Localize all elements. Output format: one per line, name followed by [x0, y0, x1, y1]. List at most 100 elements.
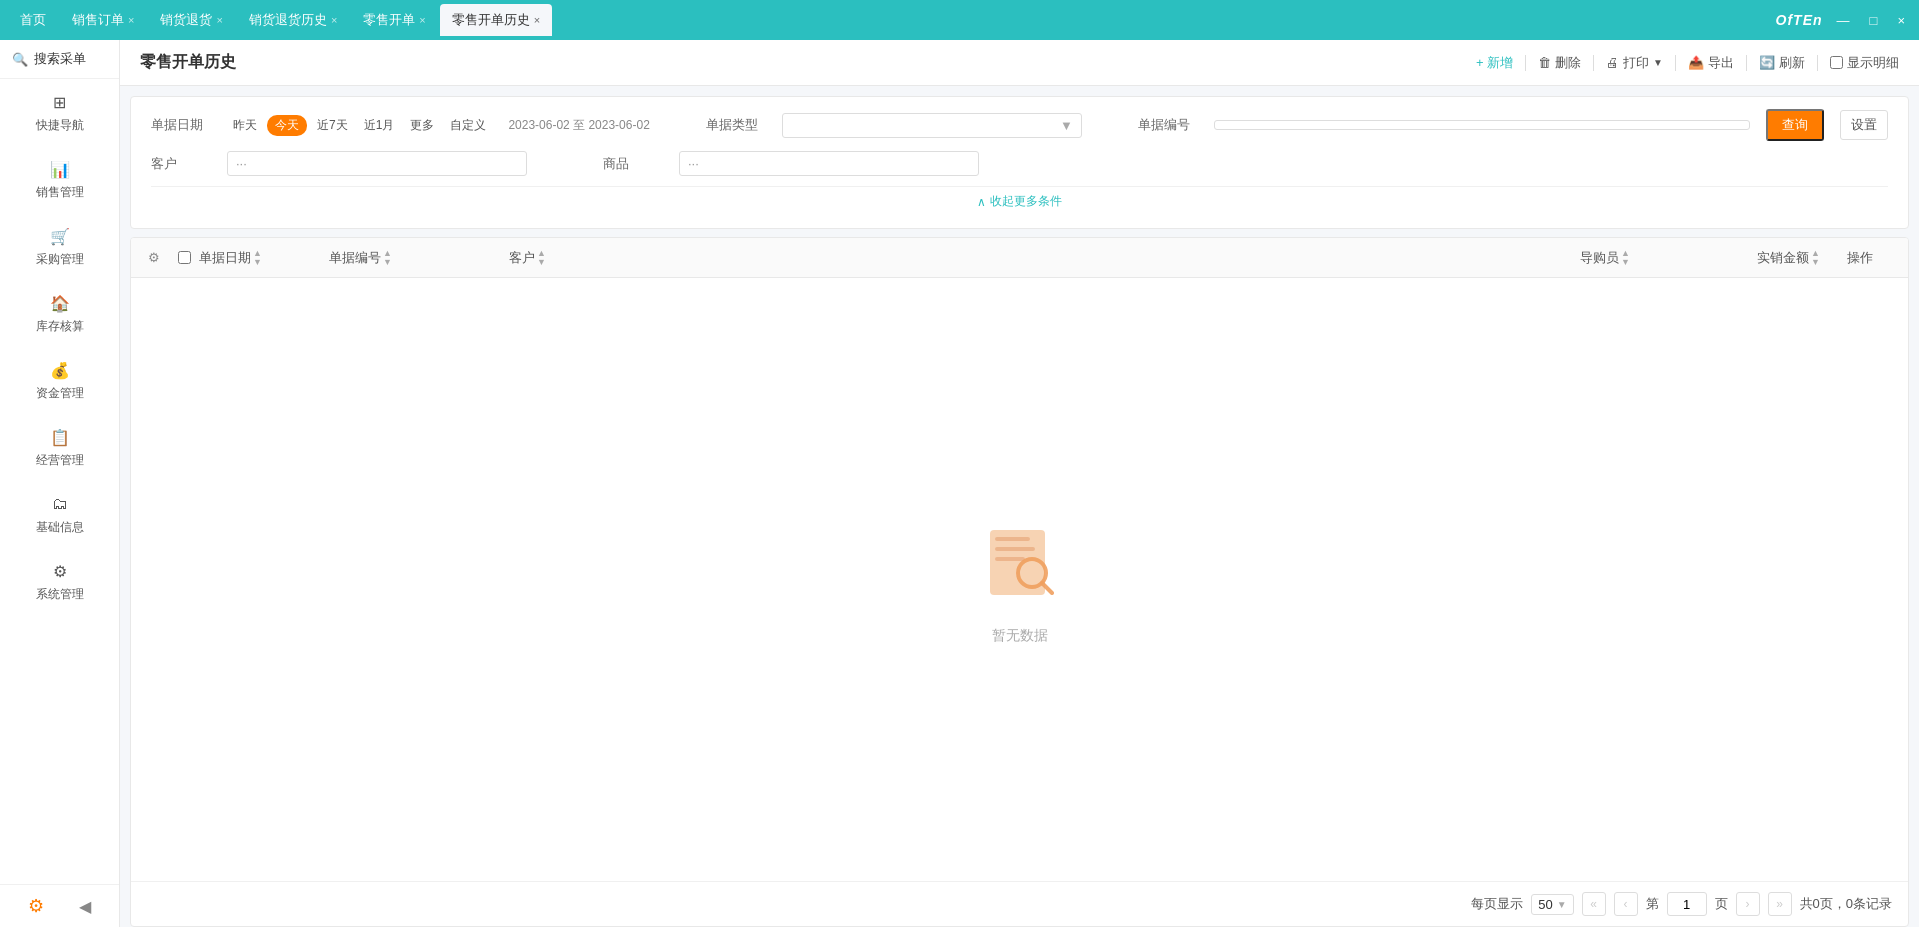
- sidebar-item-operations[interactable]: 📋 经营管理: [0, 414, 119, 481]
- tab-sales-order[interactable]: 销售订单 ×: [60, 4, 146, 36]
- per-page-label: 每页显示: [1471, 895, 1523, 913]
- collapse-button[interactable]: ∧ 收起更多条件: [151, 186, 1888, 216]
- col-guide-sort[interactable]: ▲▼: [1621, 249, 1630, 267]
- select-all-input[interactable]: [178, 251, 191, 264]
- page-next-btn[interactable]: ›: [1736, 892, 1760, 916]
- date-yesterday[interactable]: 昨天: [227, 115, 263, 136]
- page-label-after: 页: [1715, 895, 1728, 913]
- quick-nav-icon: ⊞: [49, 91, 71, 113]
- sidebar-item-base-info[interactable]: 🗂 基础信息: [0, 481, 119, 548]
- col-header-guide[interactable]: 导购员 ▲▼: [1580, 249, 1700, 267]
- select-all-checkbox[interactable]: [169, 251, 199, 264]
- page-prev-btn[interactable]: ‹: [1614, 892, 1638, 916]
- customer-input[interactable]: ···: [227, 151, 527, 176]
- page-title: 零售开单历史: [140, 52, 236, 73]
- sidebar-settings-icon[interactable]: ⚙: [28, 895, 44, 917]
- collapse-label: 收起更多条件: [990, 193, 1062, 210]
- tab-sales-return-history-close[interactable]: ×: [331, 14, 337, 26]
- tab-home[interactable]: 首页: [8, 4, 58, 36]
- export-button[interactable]: 📤 导出: [1688, 54, 1734, 72]
- delete-icon: 🗑: [1538, 55, 1551, 70]
- sidebar-collapse-icon[interactable]: ◀: [79, 897, 91, 916]
- brand-label: OfTEn: [1776, 12, 1823, 28]
- col-date-label: 单据日期: [199, 249, 251, 267]
- setting-button[interactable]: 设置: [1840, 110, 1888, 140]
- date-custom[interactable]: 自定义: [444, 115, 492, 136]
- col-num-sort[interactable]: ▲▼: [383, 249, 392, 267]
- page-size-arrow: ▼: [1557, 899, 1567, 910]
- date-range: 2023-06-02 至 2023-06-02: [508, 117, 649, 134]
- sidebar-search[interactable]: 🔍 搜索采单: [0, 40, 119, 79]
- show-detail-checkbox[interactable]: 显示明细: [1830, 54, 1899, 72]
- col-header-amount[interactable]: 实销金额 ▲▼: [1700, 249, 1820, 267]
- search-icon: 🔍: [12, 52, 28, 67]
- col-date-sort[interactable]: ▲▼: [253, 249, 262, 267]
- query-button[interactable]: 查询: [1766, 109, 1824, 141]
- tab-retail-open-history[interactable]: 零售开单历史 ×: [440, 4, 552, 36]
- page-header: 零售开单历史 + 新增 🗑 删除 🖨 打印 ▼ 📤 导出: [120, 40, 1919, 86]
- finance-icon: 💰: [49, 359, 71, 381]
- delete-button[interactable]: 🗑 删除: [1538, 54, 1581, 72]
- sidebar-item-sales[interactable]: 📊 销售管理: [0, 146, 119, 213]
- tab-retail-open[interactable]: 零售开单 ×: [351, 4, 437, 36]
- filter-row-1: 单据日期 昨天 今天 近7天 近1月 更多 自定义 2023-06-02 至 2…: [151, 109, 1888, 141]
- doc-type-select[interactable]: ▼: [782, 113, 1082, 138]
- date-today[interactable]: 今天: [267, 115, 307, 136]
- svg-rect-2: [995, 547, 1035, 551]
- sidebar-item-quick-nav[interactable]: ⊞ 快捷导航: [0, 79, 119, 146]
- purchase-icon: 🛒: [49, 225, 71, 247]
- page-total: 共0页，0条记录: [1800, 895, 1892, 913]
- customer-value: ···: [236, 156, 518, 171]
- tab-sales-return[interactable]: 销货退货 ×: [148, 4, 234, 36]
- sidebar-item-finance[interactable]: 💰 资金管理: [0, 347, 119, 414]
- doc-num-input[interactable]: [1214, 120, 1750, 130]
- page-size-select[interactable]: 50 ▼: [1531, 894, 1573, 915]
- inventory-icon: 🏠: [49, 292, 71, 314]
- tab-sales-return-label: 销货退货: [160, 11, 212, 29]
- col-header-date[interactable]: 单据日期 ▲▼: [199, 249, 329, 267]
- show-detail-input[interactable]: [1830, 56, 1843, 69]
- add-button[interactable]: + 新增: [1476, 54, 1513, 72]
- col-header-customer[interactable]: 客户 ▲▼: [509, 249, 1580, 267]
- goods-input[interactable]: ···: [679, 151, 979, 176]
- tab-sales-return-history-label: 销货退货历史: [249, 11, 327, 29]
- filter-row-2: 客户 ··· 商品 ···: [151, 151, 1888, 176]
- sidebar-item-inventory[interactable]: 🏠 库存核算: [0, 280, 119, 347]
- sidebar-item-inventory-label: 库存核算: [36, 318, 84, 335]
- refresh-icon: 🔄: [1759, 55, 1775, 70]
- sidebar-item-purchase[interactable]: 🛒 采购管理: [0, 213, 119, 280]
- window-minimize[interactable]: —: [1831, 13, 1856, 28]
- page-number-input[interactable]: [1667, 892, 1707, 916]
- goods-label: 商品: [603, 155, 663, 173]
- tab-retail-open-history-close[interactable]: ×: [534, 14, 540, 26]
- toolbar-divider2: [1593, 55, 1594, 71]
- window-maximize[interactable]: □: [1864, 13, 1884, 28]
- page-first-btn[interactable]: «: [1582, 892, 1606, 916]
- date-more[interactable]: 更多: [404, 115, 440, 136]
- col-header-number[interactable]: 单据编号 ▲▼: [329, 249, 509, 267]
- sidebar-item-base-info-label: 基础信息: [36, 519, 84, 536]
- system-icon: ⚙: [49, 560, 71, 582]
- tab-retail-open-close[interactable]: ×: [419, 14, 425, 26]
- base-info-icon: 🗂: [49, 493, 71, 515]
- print-button[interactable]: 🖨 打印 ▼: [1606, 54, 1663, 72]
- tab-sales-order-close[interactable]: ×: [128, 14, 134, 26]
- refresh-button[interactable]: 🔄 刷新: [1759, 54, 1805, 72]
- col-customer-sort[interactable]: ▲▼: [537, 249, 546, 267]
- page-last-btn[interactable]: »: [1768, 892, 1792, 916]
- date-week[interactable]: 近7天: [311, 115, 354, 136]
- date-month[interactable]: 近1月: [358, 115, 401, 136]
- col-amount-sort[interactable]: ▲▼: [1811, 249, 1820, 267]
- table-settings-icon[interactable]: ⚙: [139, 250, 169, 265]
- window-close[interactable]: ×: [1891, 13, 1911, 28]
- customer-label: 客户: [151, 155, 211, 173]
- toolbar: + 新增 🗑 删除 🖨 打印 ▼ 📤 导出: [1476, 54, 1899, 72]
- col-header-action: 操作: [1820, 249, 1900, 267]
- window-controls: OfTEn — □ ×: [1776, 12, 1911, 28]
- export-icon: 📤: [1688, 55, 1704, 70]
- tab-sales-return-history[interactable]: 销货退货历史 ×: [237, 4, 349, 36]
- sidebar: 🔍 搜索采单 ⊞ 快捷导航 📊 销售管理 🛒 采购管理 🏠 库存核算 💰 资金管…: [0, 40, 120, 927]
- sidebar-item-system[interactable]: ⚙ 系统管理: [0, 548, 119, 615]
- tab-sales-return-close[interactable]: ×: [216, 14, 222, 26]
- toolbar-divider1: [1525, 55, 1526, 71]
